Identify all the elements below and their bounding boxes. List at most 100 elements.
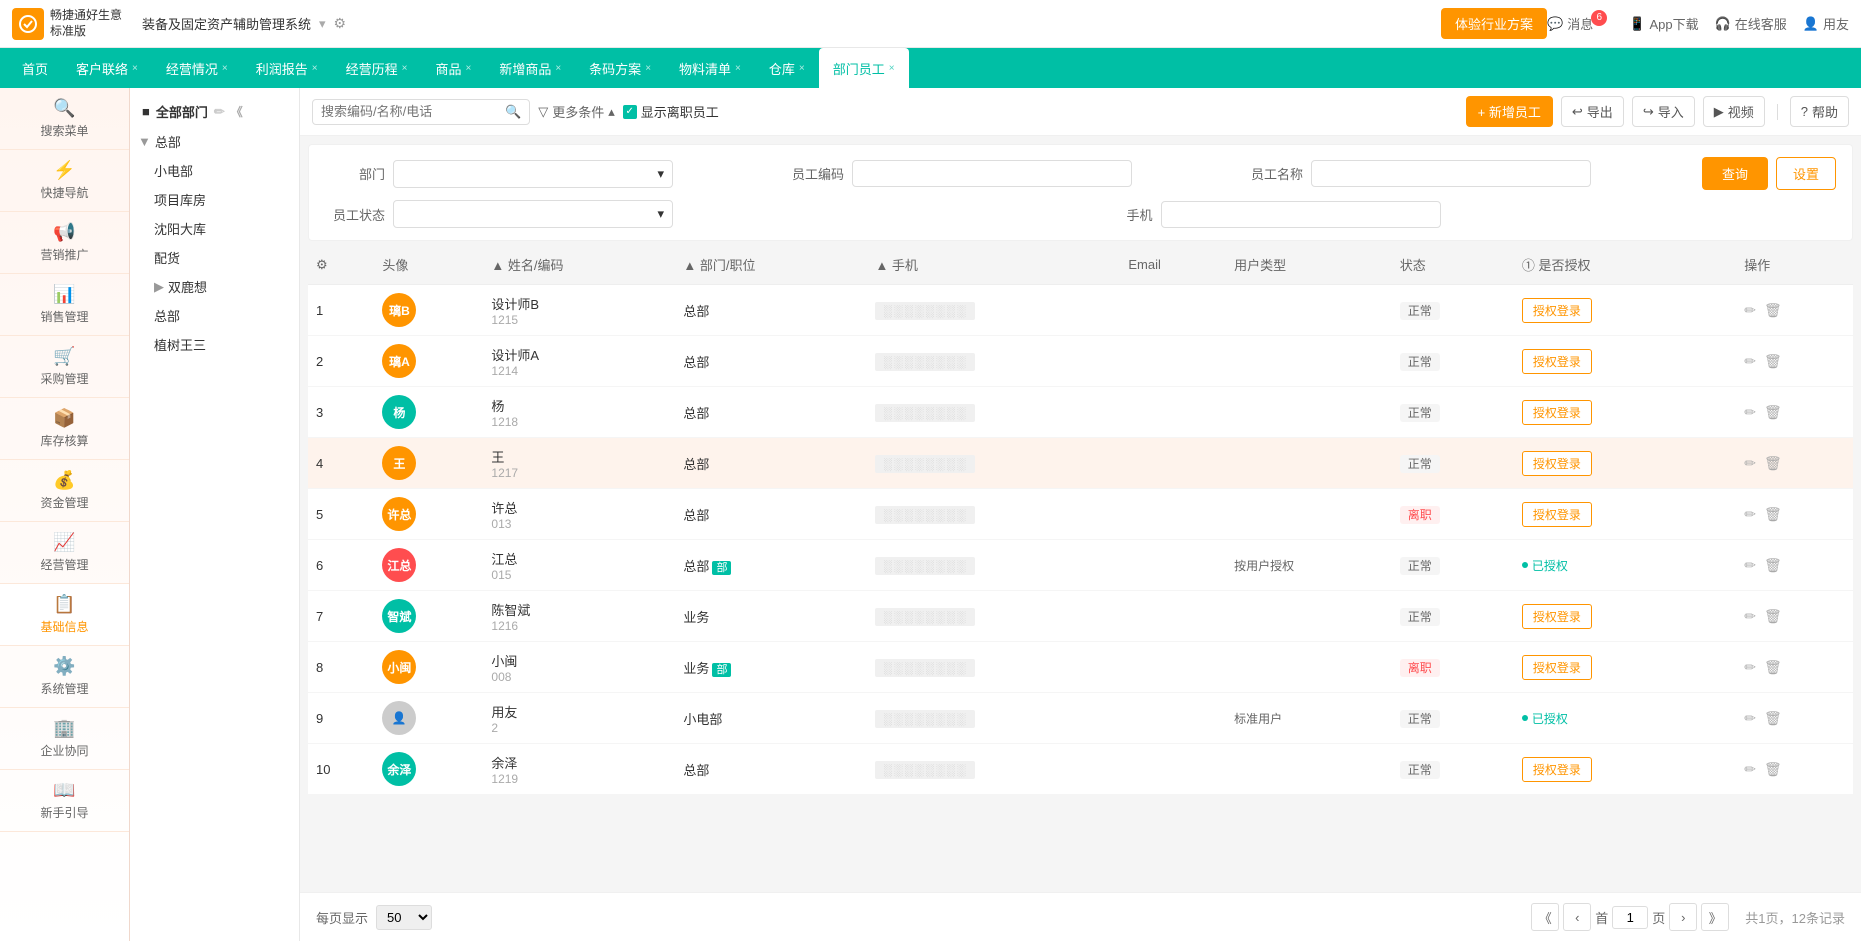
emp-code-input[interactable] — [852, 160, 1132, 187]
settings-icon[interactable]: ⚙ — [334, 15, 347, 32]
delete-icon[interactable]: 🗑 — [1764, 455, 1782, 472]
dept-node[interactable]: 小电部 — [130, 156, 299, 185]
sidebar-item-purchase[interactable]: 🛒采购管理 — [0, 336, 129, 398]
view-button[interactable]: ▶ 视频 — [1703, 96, 1765, 127]
auth-button[interactable]: 授权登录 — [1522, 400, 1592, 425]
edit-icon[interactable]: ✏ — [1744, 557, 1756, 574]
sidebar-item-search-menu[interactable]: 🔍搜索菜单 — [0, 88, 129, 150]
show-resigned-checkbox[interactable]: ✓ 显示离职员工 — [623, 102, 719, 121]
message-button[interactable]: 💬 消息 6 — [1547, 14, 1613, 33]
online-service-button[interactable]: 🎧 在线客服 — [1715, 14, 1787, 33]
query-button[interactable]: 查询 — [1702, 157, 1768, 190]
auth-button[interactable]: 授权登录 — [1522, 757, 1592, 782]
search-input[interactable] — [321, 104, 501, 119]
nav-tab-仓库[interactable]: 仓库× — [755, 48, 819, 88]
search-icon[interactable]: 🔍 — [505, 104, 521, 120]
edit-icon[interactable]: ✏ — [1744, 710, 1756, 727]
nav-tab-经营历程[interactable]: 经营历程× — [332, 48, 422, 88]
filter-settings-button[interactable]: 设置 — [1776, 157, 1836, 190]
delete-icon[interactable]: 🗑 — [1764, 659, 1782, 676]
nav-tab-新增商品[interactable]: 新增商品× — [485, 48, 575, 88]
import-button[interactable]: ↪ 导入 — [1632, 96, 1695, 127]
last-page-button[interactable]: 》 — [1701, 903, 1729, 931]
add-employee-button[interactable]: + 新增员工 — [1466, 96, 1553, 127]
dept-node[interactable]: 总部 — [130, 301, 299, 330]
close-icon[interactable]: × — [132, 63, 138, 74]
nav-tab-利润报告[interactable]: 利润报告× — [242, 48, 332, 88]
edit-icon[interactable]: ✏ — [1744, 455, 1756, 472]
dept-select[interactable]: ▾ — [393, 160, 673, 188]
delete-icon[interactable]: 🗑 — [1764, 404, 1782, 421]
edit-icon[interactable]: ✏ — [1744, 302, 1756, 319]
nav-tab-经营情况[interactable]: 经营情况× — [152, 48, 242, 88]
sidebar-item-inventory[interactable]: 📦库存核算 — [0, 398, 129, 460]
dept-node[interactable]: ▼ 总部 — [130, 127, 299, 156]
close-icon[interactable]: × — [799, 63, 805, 74]
nav-tab-物料清单[interactable]: 物料清单× — [665, 48, 755, 88]
dept-node[interactable]: 项目库房 — [130, 185, 299, 214]
page-size-select[interactable]: 50 20 100 — [376, 905, 432, 930]
emp-status-select[interactable]: ▾ — [393, 200, 673, 228]
page-number-input[interactable] — [1612, 906, 1648, 929]
nav-tab-客户联络[interactable]: 客户联络× — [62, 48, 152, 88]
close-icon[interactable]: × — [222, 63, 228, 74]
close-icon[interactable]: × — [735, 63, 741, 74]
dept-node[interactable]: 沈阳大库 — [130, 214, 299, 243]
col-name[interactable]: ▲ 姓名/编码 — [483, 245, 675, 285]
delete-icon[interactable]: 🗑 — [1764, 353, 1782, 370]
auth-button[interactable]: 授权登录 — [1522, 298, 1592, 323]
close-icon[interactable]: × — [889, 63, 895, 74]
close-icon[interactable]: × — [645, 63, 651, 74]
col-dept[interactable]: ▲ 部门/职位 — [675, 245, 867, 285]
close-icon[interactable]: × — [402, 63, 408, 74]
sidebar-item-corp[interactable]: 🏢企业协同 — [0, 708, 129, 770]
auth-button[interactable]: 授权登录 — [1522, 451, 1592, 476]
sidebar-item-operation[interactable]: 📈经营管理 — [0, 522, 129, 584]
sidebar-item-marketing[interactable]: 📢营销推广 — [0, 212, 129, 274]
auth-button[interactable]: 授权登录 — [1522, 502, 1592, 527]
edit-icon[interactable]: ✏ — [1744, 608, 1756, 625]
delete-icon[interactable]: 🗑 — [1764, 302, 1782, 319]
sidebar-item-sales[interactable]: 📊销售管理 — [0, 274, 129, 336]
col-phone[interactable]: ▲ 手机 — [867, 245, 1120, 285]
next-page-button[interactable]: › — [1669, 903, 1697, 931]
edit-icon[interactable]: ✏ — [1744, 404, 1756, 421]
edit-icon[interactable]: ✏ — [1744, 659, 1756, 676]
dropdown-icon[interactable]: ▾ — [319, 16, 326, 32]
app-download-button[interactable]: 📱 App下载 — [1629, 14, 1698, 33]
nav-tab-部门员工[interactable]: 部门员工× — [819, 48, 909, 88]
close-icon[interactable]: × — [555, 63, 561, 74]
close-icon[interactable]: × — [312, 63, 318, 74]
dept-node[interactable]: 植树王三 — [130, 330, 299, 359]
nav-tab-商品[interactable]: 商品× — [421, 48, 485, 88]
sidebar-item-finance[interactable]: 💰资金管理 — [0, 460, 129, 522]
help-button[interactable]: ? 帮助 — [1790, 96, 1849, 127]
delete-icon[interactable]: 🗑 — [1764, 710, 1782, 727]
delete-icon[interactable]: 🗑 — [1764, 506, 1782, 523]
auth-button[interactable]: 授权登录 — [1522, 604, 1592, 629]
sidebar-item-guide[interactable]: 📖新手引导 — [0, 770, 129, 832]
phone-input[interactable] — [1161, 201, 1441, 228]
sidebar-item-system[interactable]: ⚙️系统管理 — [0, 646, 129, 708]
delete-icon[interactable]: 🗑 — [1764, 557, 1782, 574]
auth-button[interactable]: 授权登录 — [1522, 655, 1592, 680]
emp-name-input[interactable] — [1311, 160, 1591, 187]
nav-tab-首页[interactable]: 首页 — [8, 48, 62, 88]
dept-node[interactable]: 配货 — [130, 243, 299, 272]
collapse-button[interactable]: 《 — [231, 103, 243, 120]
prev-page-button[interactable]: ‹ — [1563, 903, 1591, 931]
edit-icon[interactable]: ✏ — [1744, 353, 1756, 370]
delete-icon[interactable]: 🗑 — [1764, 761, 1782, 778]
dept-edit-icon[interactable]: ✏ — [214, 104, 225, 120]
first-page-button[interactable]: 《 — [1531, 903, 1559, 931]
nav-tab-条码方案[interactable]: 条码方案× — [575, 48, 665, 88]
auth-button[interactable]: 授权登录 — [1522, 349, 1592, 374]
export-button[interactable]: ↩ 导出 — [1561, 96, 1624, 127]
delete-icon[interactable]: 🗑 — [1764, 608, 1782, 625]
col-settings[interactable]: ⚙ — [308, 245, 374, 285]
user-button[interactable]: 👤 用友 — [1803, 14, 1849, 33]
trial-button[interactable]: 体验行业方案 — [1441, 8, 1547, 39]
close-icon[interactable]: × — [465, 63, 471, 74]
dept-node[interactable]: ▶ 双鹿想 — [130, 272, 299, 301]
edit-icon[interactable]: ✏ — [1744, 761, 1756, 778]
